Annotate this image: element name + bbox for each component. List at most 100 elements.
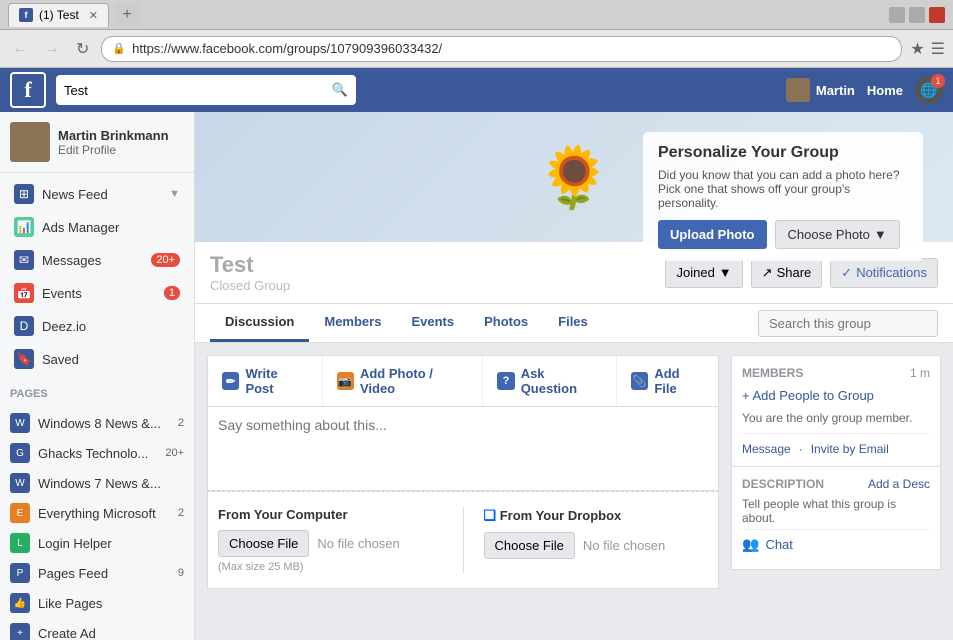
tab-write-post[interactable]: ✏ Write Post [208, 356, 323, 406]
page-item-loginhelper[interactable]: L Login Helper [0, 528, 194, 558]
no-file-dropbox-text: No file chosen [583, 538, 665, 553]
personalize-box: Personalize Your Group Did you know that… [643, 132, 923, 261]
members-title: MEMBERS [742, 366, 803, 380]
notifications-button[interactable]: ✓ Notifications [830, 258, 938, 288]
tab-add-photo[interactable]: 📷 Add Photo / Video [323, 356, 484, 406]
add-description-link[interactable]: Add a Desc [868, 477, 930, 491]
tab-events[interactable]: Events [396, 304, 469, 342]
upload-photo-button[interactable]: Upload Photo [658, 220, 767, 249]
win8-page-icon: W [10, 413, 30, 433]
window-minimize-button[interactable] [889, 7, 905, 23]
tab-discussion[interactable]: Discussion [210, 304, 309, 342]
sidebar-item-deez[interactable]: D Deez.io [4, 310, 190, 342]
page-item-pagesfeed[interactable]: P Pages Feed 9 [0, 558, 194, 588]
window-close-button[interactable] [929, 7, 945, 23]
back-button[interactable]: ← [8, 38, 32, 60]
tab-ask-question[interactable]: ? Ask Question [483, 356, 617, 406]
description-text: Tell people what this group is about. [742, 497, 930, 525]
tab-members[interactable]: Members [309, 304, 396, 342]
facebook-search-input[interactable] [64, 83, 326, 98]
notifications-check-icon: ✓ [841, 265, 852, 281]
sidebar-item-events[interactable]: 📅 Events 1 [4, 277, 190, 309]
computer-upload-row: Choose File No file chosen [218, 530, 443, 557]
pages-section-title: PAGES [0, 380, 194, 404]
browser-tab[interactable]: f (1) Test ✕ [8, 3, 109, 27]
tab-photos[interactable]: Photos [469, 304, 543, 342]
flower-graphic: 🌻 [537, 142, 612, 213]
group-search-bar[interactable] [758, 310, 938, 337]
newsfeed-icon: ⊞ [14, 184, 34, 204]
share-button[interactable]: ↗ Share [751, 258, 823, 288]
messages-icon: ✉ [14, 250, 34, 270]
menu-icon[interactable]: ☰ [931, 39, 945, 59]
computer-upload-section: From Your Computer Choose File No file c… [218, 507, 443, 573]
bookmark-star-icon[interactable]: ★ [910, 39, 924, 59]
chat-label[interactable]: Chat [765, 537, 792, 552]
new-tab-button[interactable]: + [115, 3, 139, 27]
search-icon[interactable]: 🔍 [332, 82, 348, 98]
header-globe-button[interactable]: 🌐 1 [915, 76, 943, 104]
forward-button[interactable]: → [40, 38, 64, 60]
sidebar-item-saved[interactable]: 🔖 Saved [4, 343, 190, 375]
group-search-input[interactable] [758, 310, 938, 337]
page-item-createad[interactable]: + Create Ad [0, 618, 194, 640]
page-item-likepages[interactable]: 👍 Like Pages [0, 588, 194, 618]
sidebar-user-info: Martin Brinkmann Edit Profile [58, 128, 169, 157]
everything-ms-label: Everything Microsoft [38, 506, 170, 521]
messages-badge: 20+ [151, 253, 180, 267]
edit-profile-link[interactable]: Edit Profile [58, 143, 169, 157]
page-item-everything-ms[interactable]: E Everything Microsoft 2 [0, 498, 194, 528]
ghacks-icon: G [10, 443, 30, 463]
group-name: Test [210, 252, 290, 278]
post-textarea[interactable] [218, 417, 708, 477]
deez-label: Deez.io [42, 319, 180, 334]
sidebar-item-newsfeed[interactable]: ⊞ News Feed ▼ [4, 178, 190, 210]
add-people-link[interactable]: + Add People to Group [742, 388, 930, 403]
page-item-win8[interactable]: W Windows 8 News &... 2 [0, 408, 194, 438]
tab-files[interactable]: Files [543, 304, 603, 342]
pagesfeed-badge: 9 [178, 567, 184, 579]
choose-file-dropbox-button[interactable]: Choose File [484, 532, 575, 559]
window-controls [889, 7, 945, 23]
refresh-button[interactable]: ↻ [72, 37, 93, 61]
only-member-text: You are the only group member. [742, 411, 930, 425]
tab-close-button[interactable]: ✕ [89, 9, 98, 22]
personalize-title: Personalize Your Group [658, 144, 908, 162]
invite-by-email-link[interactable]: Invite by Email [811, 442, 889, 456]
header-right: Martin Home 🌐 1 [786, 76, 943, 104]
message-link[interactable]: Message [742, 442, 791, 456]
win7-icon: W [10, 473, 30, 493]
window-maximize-button[interactable] [909, 7, 925, 23]
group-actions: Joined ▼ ↗ Share ✓ Notifications [665, 258, 938, 288]
ads-label: Ads Manager [42, 220, 180, 235]
page-item-win7[interactable]: W Windows 7 News &... [0, 468, 194, 498]
loginhelper-icon: L [10, 533, 30, 553]
facebook-logo[interactable]: f [10, 72, 46, 108]
browser-addressbar: ← → ↻ 🔒 https://www.facebook.com/groups/… [0, 30, 953, 68]
chat-row: 👥 Chat [742, 529, 930, 559]
facebook-header: f 🔍 Martin Home 🌐 1 [0, 68, 953, 112]
header-user[interactable]: Martin [786, 78, 855, 102]
choose-photo-chevron-icon: ▼ [874, 227, 887, 242]
joined-button[interactable]: Joined ▼ [665, 258, 742, 288]
sidebar: Martin Brinkmann Edit Profile ⊞ News Fee… [0, 112, 195, 640]
notifications-label: Notifications [856, 265, 927, 280]
sidebar-item-adsmanager[interactable]: 📊 Ads Manager [4, 211, 190, 243]
address-bar[interactable]: 🔒 https://www.facebook.com/groups/107909… [101, 36, 902, 62]
members-header: MEMBERS 1 m [742, 366, 930, 380]
group-type: Closed Group [210, 278, 290, 293]
choose-photo-button[interactable]: Choose Photo ▼ [775, 220, 900, 249]
choose-file-computer-button[interactable]: Choose File [218, 530, 309, 557]
members-divider [742, 433, 930, 434]
sidebar-user-name[interactable]: Martin Brinkmann [58, 128, 169, 143]
post-area: ✏ Write Post 📷 Add Photo / Video ? Ask Q… [207, 355, 719, 589]
tab-add-file[interactable]: 📎 Add File [617, 356, 718, 406]
header-home-link[interactable]: Home [867, 83, 903, 98]
post-input-area [207, 407, 719, 491]
page-item-ghacks[interactable]: G Ghacks Technolo... 20+ [0, 438, 194, 468]
facebook-search-bar[interactable]: 🔍 [56, 75, 356, 105]
group-navigation: Discussion Members Events Photos Files [195, 304, 953, 343]
likepages-icon: 👍 [10, 593, 30, 613]
sidebar-item-messages[interactable]: ✉ Messages 20+ [4, 244, 190, 276]
events-label: Events [42, 286, 156, 301]
